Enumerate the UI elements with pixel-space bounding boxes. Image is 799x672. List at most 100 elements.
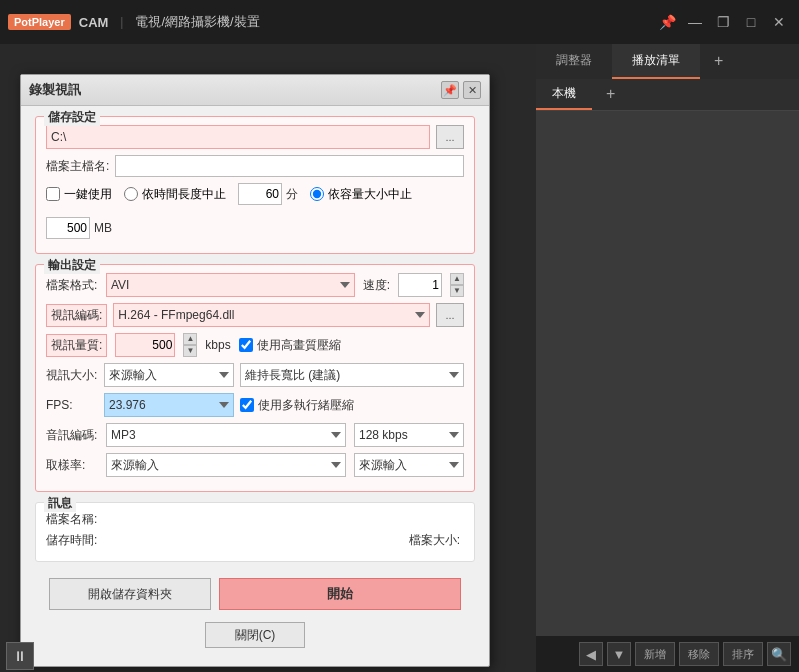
video-size-row: 視訊大小: 來源輸入 維持長寬比 (建議) — [46, 363, 464, 387]
right-panel: 調整器 播放清單 + 本機 + ◀ ▼ 新增 移除 排序 🔍 — [536, 44, 799, 672]
maximize-button[interactable]: □ — [739, 10, 763, 34]
title-bar: PotPlayer CAM | 電視/網路攝影機/裝置 📌 — ❐ □ ✕ — [0, 0, 799, 44]
format-select[interactable]: AVI — [106, 273, 355, 297]
nav-prev-button[interactable]: ◀ — [579, 642, 603, 666]
dialog-title-bar: 錄製視訊 📌 ✕ — [21, 75, 489, 106]
bitrate-down-arrow[interactable]: ▼ — [183, 345, 197, 357]
one-click-item: 一鍵使用 — [46, 186, 112, 203]
bottom-toolbar: ◀ ▼ 新增 移除 排序 🔍 — [536, 636, 799, 672]
bitrate-up-arrow[interactable]: ▲ — [183, 333, 197, 345]
dialog-bottom-buttons: 開啟儲存資料夾 開始 — [35, 572, 475, 616]
filename-row: 檔案主檔名: — [46, 155, 464, 177]
storage-section: 儲存設定 ... 檔案主檔名: — [35, 116, 475, 254]
audio-codec-row: 音訊編碼: MP3 128 kbps — [46, 423, 464, 447]
by-time-item: 依時間長度中止 — [124, 186, 226, 203]
speed-label: 速度: — [363, 277, 390, 294]
video-bitrate-label: 視訊量質: — [46, 334, 107, 357]
multithread-label: 使用多執行緒壓縮 — [258, 397, 354, 414]
bitrate-spinbox[interactable]: ▲ ▼ — [183, 333, 197, 357]
left-panel: 錄製視訊 📌 ✕ 儲存設定 ... — [0, 44, 536, 672]
size-input[interactable] — [46, 217, 90, 239]
audio-codec-select[interactable]: MP3 — [106, 423, 346, 447]
record-dialog: 錄製視訊 📌 ✕ 儲存設定 ... — [20, 74, 490, 667]
remove-button[interactable]: 移除 — [679, 642, 719, 666]
filename-info-row: 檔案名稱: — [46, 511, 464, 528]
info-section-label: 訊息 — [44, 495, 76, 512]
storage-section-label: 儲存設定 — [44, 109, 100, 126]
one-click-label: 一鍵使用 — [64, 186, 112, 203]
speed-up-arrow[interactable]: ▲ — [450, 273, 464, 285]
start-button[interactable]: 開始 — [219, 578, 461, 610]
pause-button[interactable]: ⏸ — [6, 642, 34, 670]
high-quality-item: 使用高畫質壓縮 — [239, 337, 341, 354]
dialog-pin-button[interactable]: 📌 — [441, 81, 459, 99]
multithread-checkbox[interactable] — [240, 398, 254, 412]
tab-settings[interactable]: 調整器 — [536, 44, 612, 79]
speed-spinbox[interactable]: ▲ ▼ — [450, 273, 464, 297]
video-codec-row: 視訊編碼: H.264 - FFmpeg64.dll ... — [46, 303, 464, 327]
tab-playlist[interactable]: 播放清單 — [612, 44, 700, 79]
by-size-radio[interactable] — [310, 187, 324, 201]
by-size-label: 依容量大小中止 — [328, 186, 412, 203]
output-section: 輸出設定 檔案格式: AVI 速度: ▲ ▼ — [35, 264, 475, 492]
size-spin-group: MB — [46, 217, 112, 239]
by-time-radio[interactable] — [124, 187, 138, 201]
tab-add[interactable]: + — [700, 44, 737, 79]
browse-button[interactable]: ... — [436, 125, 464, 149]
restore-button[interactable]: ❐ — [711, 10, 735, 34]
close-button[interactable]: ✕ — [767, 10, 791, 34]
high-quality-checkbox[interactable] — [239, 338, 253, 352]
video-codec-select[interactable]: H.264 - FFmpeg64.dll — [113, 303, 430, 327]
options-row: 一鍵使用 依時間長度中止 分 — [46, 183, 464, 239]
sample-rate-row: 取樣率: 來源輸入 來源輸入 — [46, 453, 464, 477]
open-folder-button[interactable]: 開啟儲存資料夾 — [49, 578, 211, 610]
nav-down-button[interactable]: ▼ — [607, 642, 631, 666]
aspect-select[interactable]: 維持長寬比 (建議) — [240, 363, 464, 387]
sample-rate-select[interactable]: 來源輸入 — [106, 453, 346, 477]
window-controls: 📌 — ❐ □ ✕ — [655, 10, 791, 34]
main-area: 錄製視訊 📌 ✕ 儲存設定 ... — [0, 44, 799, 672]
sort-button[interactable]: 排序 — [723, 642, 763, 666]
by-time-label: 依時間長度中止 — [142, 186, 226, 203]
video-size-label: 視訊大小: — [46, 367, 98, 384]
dialog-overlay: 錄製視訊 📌 ✕ 儲存設定 ... — [0, 44, 536, 672]
subtab-add[interactable]: + — [592, 79, 629, 110]
filename-info-key: 檔案名稱: — [46, 511, 97, 528]
format-row: 檔案格式: AVI 速度: ▲ ▼ — [46, 273, 464, 297]
format-label: 檔案格式: — [46, 277, 98, 294]
time-size-row: 儲存時間: 檔案大小: — [46, 532, 464, 549]
dialog-title: 錄製視訊 — [29, 81, 81, 99]
file-size-key: 檔案大小: — [409, 532, 460, 549]
dialog-close-row: 關閉(C) — [35, 616, 475, 656]
bitrate-unit: kbps — [205, 338, 230, 352]
sample-rate-select2[interactable]: 來源輸入 — [354, 453, 464, 477]
path-row: ... — [46, 125, 464, 149]
add-button[interactable]: 新增 — [635, 642, 675, 666]
codec-browse-button[interactable]: ... — [436, 303, 464, 327]
search-button[interactable]: 🔍 — [767, 642, 791, 666]
speed-down-arrow[interactable]: ▼ — [450, 285, 464, 297]
audio-bitrate-select[interactable]: 128 kbps — [354, 423, 464, 447]
fps-select[interactable]: 23.976 — [104, 393, 234, 417]
minimize-button[interactable]: — — [683, 10, 707, 34]
output-section-label: 輸出設定 — [44, 257, 100, 274]
info-section: 訊息 檔案名稱: 儲存時間: 檔案大小: — [35, 502, 475, 562]
pin-button[interactable]: 📌 — [655, 10, 679, 34]
video-size-select[interactable]: 來源輸入 — [104, 363, 234, 387]
title-separator: | — [120, 15, 123, 29]
close-dialog-button[interactable]: 關閉(C) — [205, 622, 305, 648]
fps-row: FPS: 23.976 使用多執行緒壓縮 — [46, 393, 464, 417]
dialog-content: 儲存設定 ... 檔案主檔名: — [21, 106, 489, 666]
subtabs: 本機 + — [536, 79, 799, 111]
speed-input[interactable] — [398, 273, 442, 297]
file-size-group: 檔案大小: — [409, 532, 464, 549]
subtab-local[interactable]: 本機 — [536, 79, 592, 110]
dialog-close-button[interactable]: ✕ — [463, 81, 481, 99]
filename-input[interactable] — [115, 155, 464, 177]
time-input[interactable] — [238, 183, 282, 205]
video-bitrate-row: 視訊量質: ▲ ▼ kbps 使用高畫質壓縮 — [46, 333, 464, 357]
path-input[interactable] — [46, 125, 430, 149]
multithread-item: 使用多執行緒壓縮 — [240, 397, 354, 414]
bitrate-input[interactable] — [115, 333, 175, 357]
one-click-checkbox[interactable] — [46, 187, 60, 201]
